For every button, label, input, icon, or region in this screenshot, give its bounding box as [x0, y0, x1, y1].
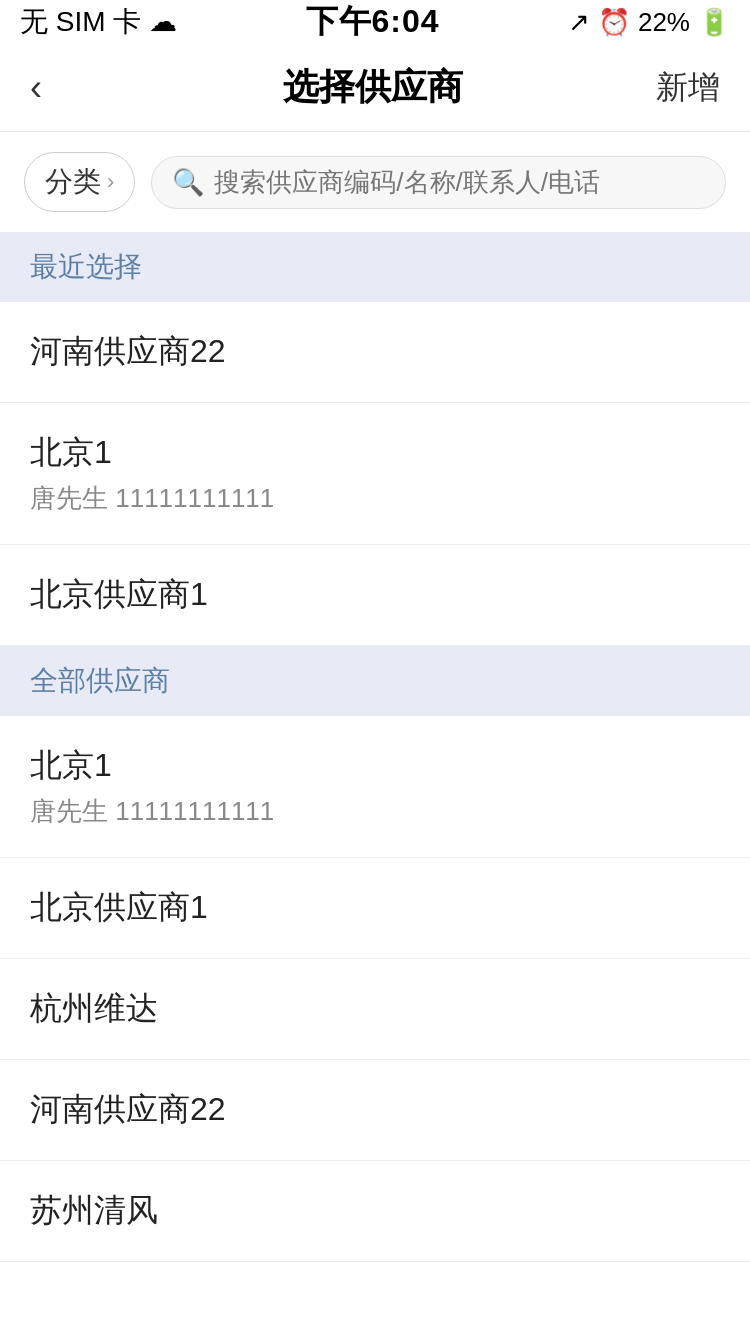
- add-new-button[interactable]: 新增: [656, 66, 720, 110]
- item-name: 北京1: [30, 431, 720, 475]
- list-item[interactable]: 河南供应商22: [0, 302, 750, 403]
- list-item[interactable]: 北京1 唐先生 11111111111: [0, 716, 750, 858]
- alarm-icon: ⏰: [598, 7, 630, 38]
- item-name: 杭州维达: [30, 987, 720, 1031]
- search-icon: 🔍: [172, 167, 204, 198]
- list-item[interactable]: 北京供应商1: [0, 858, 750, 959]
- item-name: 河南供应商22: [30, 1088, 720, 1132]
- all-section-header: 全部供应商: [0, 646, 750, 716]
- search-box[interactable]: 🔍: [151, 156, 726, 209]
- item-detail: 唐先生 11111111111: [30, 481, 720, 516]
- nav-bar: ‹ 选择供应商 新增: [0, 44, 750, 132]
- item-name: 河南供应商22: [30, 330, 720, 374]
- recent-list: 河南供应商22 北京1 唐先生 11111111111 北京供应商1: [0, 302, 750, 646]
- list-item[interactable]: 北京供应商1: [0, 545, 750, 646]
- status-left: 无 SIM 卡 ☁: [20, 3, 177, 41]
- chevron-right-icon: ›: [107, 169, 114, 195]
- item-name: 北京供应商1: [30, 886, 720, 930]
- status-bar: 无 SIM 卡 ☁ 下午6:04 ↗ ⏰ 22% 🔋: [0, 0, 750, 44]
- back-button[interactable]: ‹: [30, 67, 90, 109]
- filter-bar: 分类 › 🔍: [0, 132, 750, 232]
- item-detail: 唐先生 11111111111: [30, 794, 720, 829]
- status-right: ↗ ⏰ 22% 🔋: [568, 7, 730, 38]
- all-list: 北京1 唐先生 11111111111 北京供应商1 杭州维达 河南供应商22 …: [0, 716, 750, 1262]
- battery-icon: 🔋: [698, 7, 730, 38]
- item-name: 北京1: [30, 744, 720, 788]
- list-item[interactable]: 北京1 唐先生 11111111111: [0, 403, 750, 545]
- list-item[interactable]: 苏州清风: [0, 1161, 750, 1262]
- battery-label: 22%: [638, 7, 690, 38]
- category-button[interactable]: 分类 ›: [24, 152, 135, 212]
- item-name: 苏州清风: [30, 1189, 720, 1233]
- item-name: 北京供应商1: [30, 573, 720, 617]
- recent-section-header: 最近选择: [0, 232, 750, 302]
- list-item[interactable]: 杭州维达: [0, 959, 750, 1060]
- list-item[interactable]: 河南供应商22: [0, 1060, 750, 1161]
- page-title: 选择供应商: [283, 63, 463, 112]
- status-time: 下午6:04: [306, 0, 440, 44]
- category-label: 分类: [45, 163, 101, 201]
- no-sim-label: 无 SIM 卡 ☁: [20, 3, 177, 41]
- search-input[interactable]: [214, 167, 705, 198]
- location-icon: ↗: [568, 7, 590, 38]
